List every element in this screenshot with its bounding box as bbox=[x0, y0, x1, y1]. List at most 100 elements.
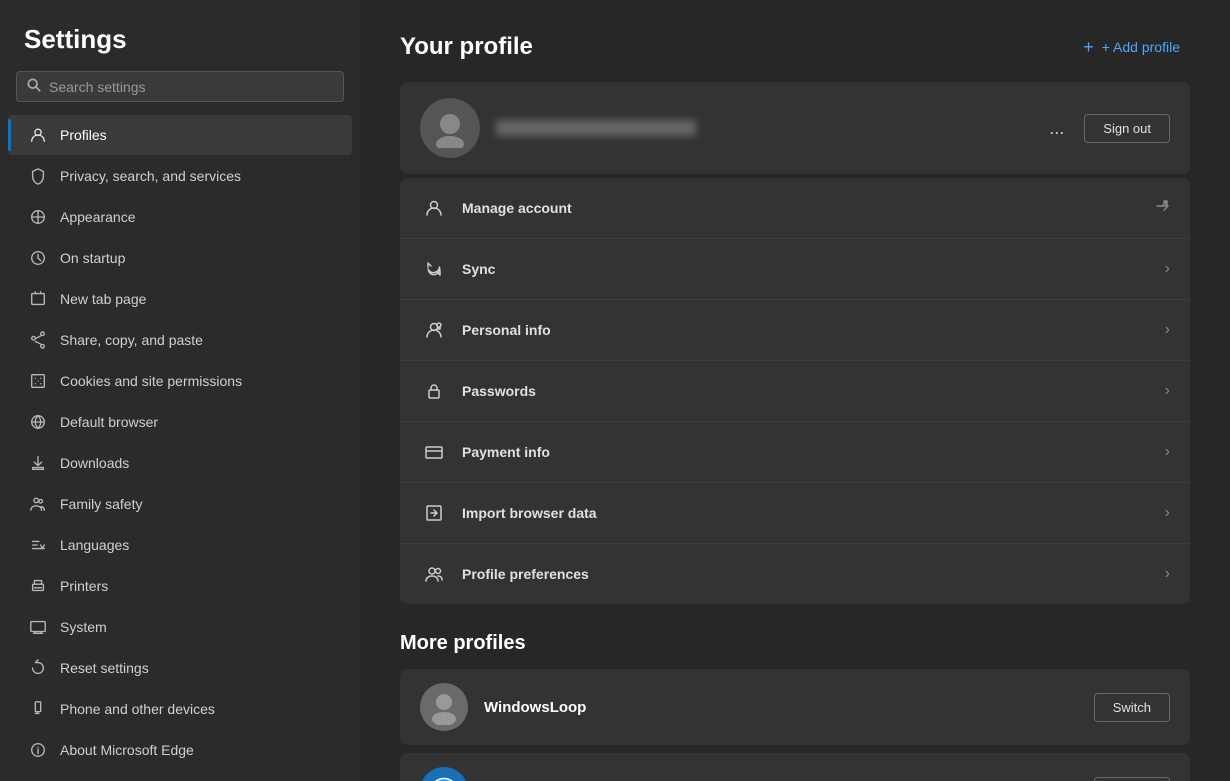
new-tab-icon bbox=[28, 289, 48, 309]
sidebar-item-languages[interactable]: Languages bbox=[8, 525, 352, 565]
sidebar-label-default-browser: Default browser bbox=[60, 414, 158, 430]
settings-row-manage-account[interactable]: Manage account bbox=[400, 178, 1190, 239]
sidebar-item-cookies[interactable]: Cookies and site permissions bbox=[8, 361, 352, 401]
add-icon: + bbox=[1083, 38, 1094, 56]
settings-row-profile-preferences[interactable]: Profile preferences › bbox=[400, 544, 1190, 604]
main-content: Your profile + + Add profile ... Sign ou… bbox=[360, 0, 1230, 781]
share-icon bbox=[28, 330, 48, 350]
family-safety-icon bbox=[28, 494, 48, 514]
sidebar-label-downloads: Downloads bbox=[60, 455, 129, 471]
on-startup-icon bbox=[28, 248, 48, 268]
reset-icon bbox=[28, 658, 48, 678]
default-browser-icon bbox=[28, 412, 48, 432]
profile-avatar-windowsloop-x2 bbox=[420, 767, 468, 781]
settings-row-sync[interactable]: Sync › bbox=[400, 239, 1190, 300]
more-options-button[interactable]: ... bbox=[1041, 114, 1072, 143]
switch-button-windowsloop-x2[interactable]: Switch bbox=[1094, 777, 1170, 781]
settings-label-manage-account: Manage account bbox=[462, 200, 1154, 216]
profile-avatar-area bbox=[420, 98, 1041, 158]
more-profiles-section: More profiles WindowsLoop Switch bbox=[400, 632, 1190, 781]
sidebar-label-new-tab: New tab page bbox=[60, 291, 146, 307]
sidebar-item-about[interactable]: About Microsoft Edge bbox=[8, 730, 352, 770]
sidebar: Settings Profiles Privacy, search, and s… bbox=[0, 0, 360, 781]
settings-row-passwords[interactable]: Passwords › bbox=[400, 361, 1190, 422]
switch-button-windowsloop[interactable]: Switch bbox=[1094, 693, 1170, 722]
settings-label-personal-info: Personal info bbox=[462, 322, 1165, 338]
profile-item-windowsloop: WindowsLoop Switch bbox=[400, 669, 1190, 745]
sidebar-label-about: About Microsoft Edge bbox=[60, 742, 194, 758]
passwords-chevron-icon: › bbox=[1165, 382, 1170, 400]
search-box-container[interactable] bbox=[16, 71, 344, 102]
sidebar-label-on-startup: On startup bbox=[60, 250, 125, 266]
personal-info-chevron-icon: › bbox=[1165, 321, 1170, 339]
sidebar-item-privacy[interactable]: Privacy, search, and services bbox=[8, 156, 352, 196]
languages-icon bbox=[28, 535, 48, 555]
sidebar-item-default-browser[interactable]: Default browser bbox=[8, 402, 352, 442]
sidebar-item-new-tab[interactable]: New tab page bbox=[8, 279, 352, 319]
profile-prefs-icon bbox=[420, 560, 448, 588]
sidebar-nav: Profiles Privacy, search, and services A… bbox=[0, 114, 360, 771]
search-input[interactable] bbox=[49, 79, 333, 95]
sidebar-label-privacy: Privacy, search, and services bbox=[60, 168, 241, 184]
sidebar-label-family-safety: Family safety bbox=[60, 496, 142, 512]
personal-info-icon bbox=[420, 316, 448, 344]
cookies-icon bbox=[28, 371, 48, 391]
search-icon bbox=[27, 78, 41, 95]
profile-prefs-chevron-icon: › bbox=[1165, 565, 1170, 583]
profiles-icon bbox=[28, 125, 48, 145]
import-chevron-icon: › bbox=[1165, 504, 1170, 522]
sidebar-item-reset-settings[interactable]: Reset settings bbox=[8, 648, 352, 688]
downloads-icon bbox=[28, 453, 48, 473]
manage-account-icon bbox=[420, 194, 448, 222]
payment-chevron-icon: › bbox=[1165, 443, 1170, 461]
profile-avatar-windowsloop bbox=[420, 683, 468, 731]
settings-label-payment-info: Payment info bbox=[462, 444, 1165, 460]
sidebar-label-profiles: Profiles bbox=[60, 127, 107, 143]
page-title: Your profile bbox=[400, 33, 533, 61]
sidebar-item-profiles[interactable]: Profiles bbox=[8, 115, 352, 155]
sidebar-item-downloads[interactable]: Downloads bbox=[8, 443, 352, 483]
profile-card: ... Sign out bbox=[400, 82, 1190, 174]
settings-row-import[interactable]: Import browser data › bbox=[400, 483, 1190, 544]
sidebar-item-appearance[interactable]: Appearance bbox=[8, 197, 352, 237]
manage-account-ext-icon bbox=[1154, 198, 1170, 219]
sidebar-label-phone-devices: Phone and other devices bbox=[60, 701, 215, 717]
sidebar-item-family-safety[interactable]: Family safety bbox=[8, 484, 352, 524]
settings-row-payment-info[interactable]: Payment info › bbox=[400, 422, 1190, 483]
sidebar-title: Settings bbox=[0, 16, 360, 71]
printers-icon bbox=[28, 576, 48, 596]
import-icon bbox=[420, 499, 448, 527]
phone-icon bbox=[28, 699, 48, 719]
settings-row-personal-info[interactable]: Personal info › bbox=[400, 300, 1190, 361]
payment-icon bbox=[420, 438, 448, 466]
sidebar-item-share[interactable]: Share, copy, and paste bbox=[8, 320, 352, 360]
sign-out-button[interactable]: Sign out bbox=[1084, 114, 1170, 143]
passwords-icon bbox=[420, 377, 448, 405]
sidebar-label-printers: Printers bbox=[60, 578, 108, 594]
sidebar-label-languages: Languages bbox=[60, 537, 129, 553]
profile-avatar bbox=[420, 98, 480, 158]
sidebar-label-system: System bbox=[60, 619, 107, 635]
sidebar-item-printers[interactable]: Printers bbox=[8, 566, 352, 606]
sidebar-label-share: Share, copy, and paste bbox=[60, 332, 203, 348]
add-profile-label: + Add profile bbox=[1102, 39, 1180, 55]
sync-icon bbox=[420, 255, 448, 283]
profile-name-blurred bbox=[496, 120, 696, 136]
sync-chevron-icon: › bbox=[1165, 260, 1170, 278]
appearance-icon bbox=[28, 207, 48, 227]
settings-label-passwords: Passwords bbox=[462, 383, 1165, 399]
main-header: Your profile + + Add profile bbox=[400, 32, 1190, 62]
sidebar-item-phone-devices[interactable]: Phone and other devices bbox=[8, 689, 352, 729]
add-profile-button[interactable]: + + Add profile bbox=[1073, 32, 1190, 62]
settings-list: Manage account Sync › Personal info bbox=[400, 178, 1190, 604]
privacy-icon bbox=[28, 166, 48, 186]
settings-label-import: Import browser data bbox=[462, 505, 1165, 521]
sidebar-item-system[interactable]: System bbox=[8, 607, 352, 647]
sidebar-label-appearance: Appearance bbox=[60, 209, 136, 225]
sidebar-item-on-startup[interactable]: On startup bbox=[8, 238, 352, 278]
profile-name-windowsloop: WindowsLoop bbox=[484, 699, 1094, 716]
settings-label-profile-preferences: Profile preferences bbox=[462, 566, 1165, 582]
about-icon bbox=[28, 740, 48, 760]
more-profiles-title: More profiles bbox=[400, 632, 1190, 655]
sidebar-label-cookies: Cookies and site permissions bbox=[60, 373, 242, 389]
